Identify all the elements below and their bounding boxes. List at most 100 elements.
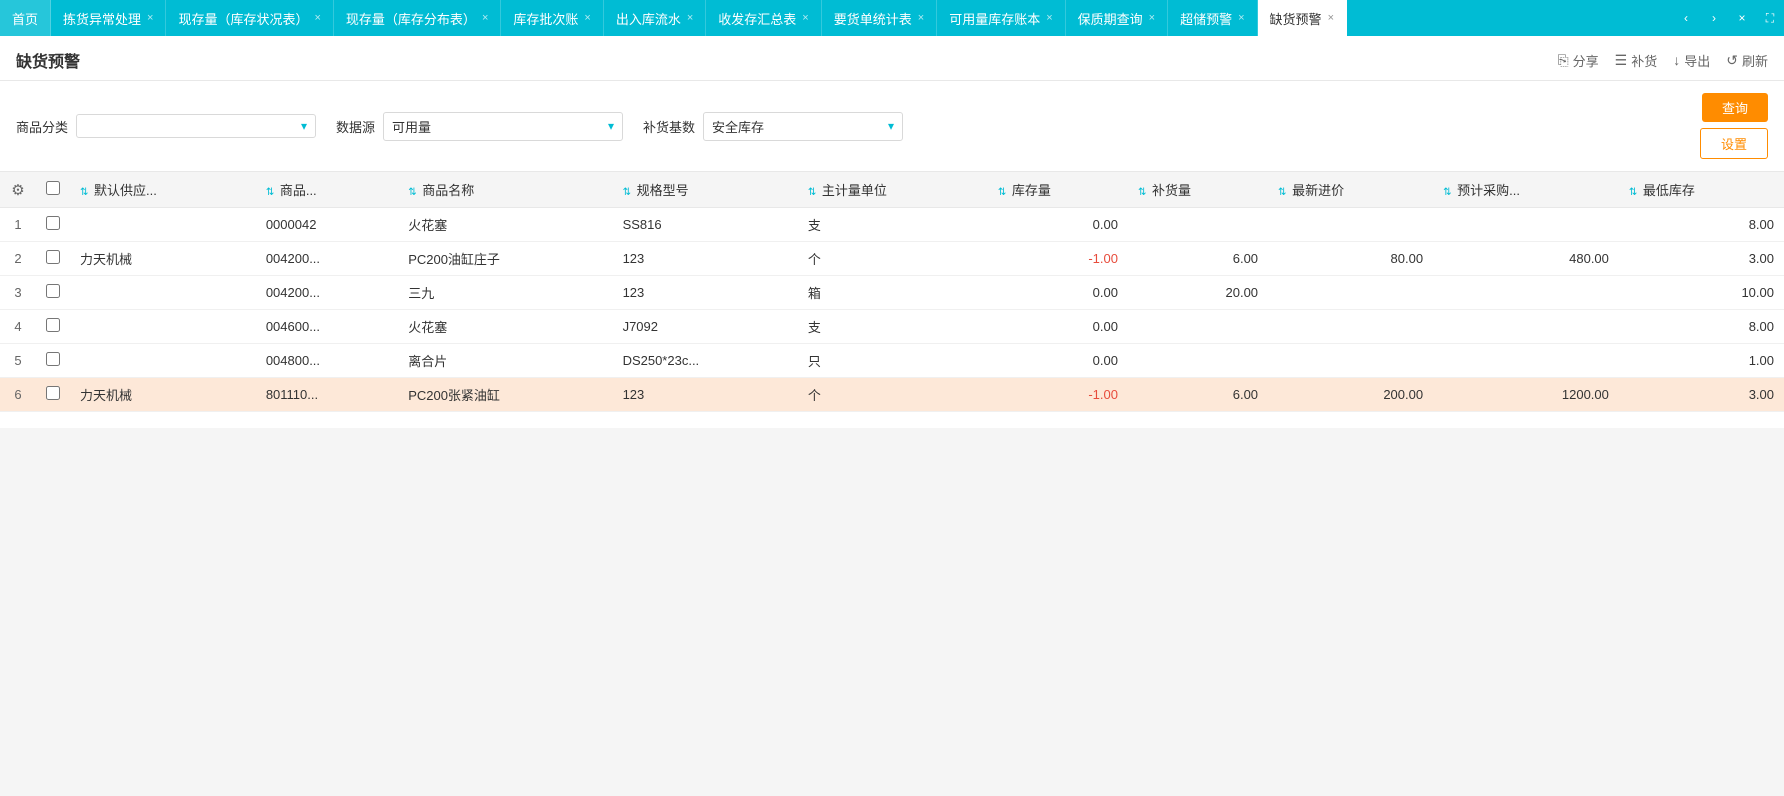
row-latest-price-3	[1268, 276, 1433, 310]
row-checkbox-4[interactable]	[36, 310, 70, 344]
nav-receive-send-summary[interactable]: 收发存汇总表 ×	[706, 0, 821, 36]
row-select-checkbox[interactable]	[46, 352, 60, 366]
nav-home[interactable]: 首页	[0, 0, 51, 36]
close-icon[interactable]: ×	[1328, 12, 1334, 24]
row-select-checkbox[interactable]	[46, 318, 60, 332]
close-icon[interactable]: ×	[1046, 12, 1052, 24]
sort-icon: ⇅	[808, 187, 816, 198]
row-stock-2: -1.00	[988, 242, 1128, 276]
refresh-button[interactable]: ↺ 刷新	[1726, 51, 1768, 70]
row-stock-6: -1.00	[988, 378, 1128, 412]
row-estimated-purchase-5	[1433, 344, 1619, 378]
nav-close-button[interactable]: ×	[1728, 0, 1756, 36]
page-title: 缺货预警	[16, 48, 80, 72]
row-unit-1: 支	[798, 208, 988, 242]
row-min-stock-3: 10.00	[1619, 276, 1784, 310]
row-min-stock-1: 8.00	[1619, 208, 1784, 242]
sort-icon: ⇅	[1629, 187, 1637, 198]
nav-inventory-batch[interactable]: 库存批次账 ×	[501, 0, 603, 36]
th-stock: ⇅ 库存量	[988, 172, 1128, 208]
nav-order-stat[interactable]: 要货单统计表 ×	[822, 0, 937, 36]
header-actions: ⎘ 分享 ☰ 补货 ↓ 导出 ↺ 刷新	[1557, 51, 1768, 70]
row-replenish-qty-2: 6.00	[1128, 242, 1268, 276]
nav-shortage-warning[interactable]: 缺货预警 ×	[1258, 0, 1347, 36]
replenish-base-select[interactable]: 安全库存 ▾	[703, 112, 903, 141]
row-latest-price-5	[1268, 344, 1433, 378]
row-estimated-purchase-4	[1433, 310, 1619, 344]
row-checkbox-1[interactable]	[36, 208, 70, 242]
nav-arrows: ‹ › × ⛶	[1672, 0, 1784, 36]
row-goods-code-1: 0000042	[256, 208, 398, 242]
filter-right-actions: 查询 设置	[1700, 93, 1768, 159]
replenish-icon: ☰	[1615, 52, 1628, 69]
nav-inout-flow[interactable]: 出入库流水 ×	[604, 0, 706, 36]
datasource-select[interactable]: 可用量 ▾	[383, 112, 623, 141]
close-icon[interactable]: ×	[802, 12, 808, 24]
close-icon[interactable]: ×	[482, 12, 488, 24]
close-icon[interactable]: ×	[584, 12, 590, 24]
page-header: 缺货预警 ⎘ 分享 ☰ 补货 ↓ 导出 ↺ 刷新	[0, 36, 1784, 81]
row-checkbox-5[interactable]	[36, 344, 70, 378]
close-icon[interactable]: ×	[687, 12, 693, 24]
row-select-checkbox[interactable]	[46, 386, 60, 400]
row-unit-5: 只	[798, 344, 988, 378]
row-number-2: 2	[0, 242, 36, 276]
nav-picking-exception[interactable]: 拣货异常处理 ×	[51, 0, 166, 36]
settings-button[interactable]: 设置	[1700, 128, 1768, 159]
th-settings: ⚙	[0, 172, 36, 208]
nav-overstock-warning[interactable]: 超储预警 ×	[1168, 0, 1257, 36]
sort-icon: ⇅	[1278, 187, 1286, 198]
row-goods-name-3: 三九	[398, 276, 612, 310]
row-checkbox-6[interactable]	[36, 378, 70, 412]
row-latest-price-6: 200.00	[1268, 378, 1433, 412]
close-icon[interactable]: ×	[1238, 12, 1244, 24]
row-select-checkbox[interactable]	[46, 216, 60, 230]
row-goods-code-6: 801110...	[256, 378, 398, 412]
row-select-checkbox[interactable]	[46, 284, 60, 298]
row-supplier-1	[70, 208, 256, 242]
export-button[interactable]: ↓ 导出	[1673, 51, 1710, 70]
nav-expand-button[interactable]: ⛶	[1756, 0, 1784, 36]
row-goods-name-6: PC200张紧油缸	[398, 378, 612, 412]
row-checkbox-3[interactable]	[36, 276, 70, 310]
row-estimated-purchase-3	[1433, 276, 1619, 310]
datasource-label: 数据源	[336, 117, 375, 136]
query-button[interactable]: 查询	[1702, 93, 1768, 122]
th-unit: ⇅ 主计量单位	[798, 172, 988, 208]
th-spec: ⇅ 规格型号	[613, 172, 798, 208]
close-icon[interactable]: ×	[147, 12, 153, 24]
nav-next-button[interactable]: ›	[1700, 0, 1728, 36]
th-replenish-qty: ⇅ 补货量	[1128, 172, 1268, 208]
sort-icon: ⇅	[1138, 187, 1146, 198]
gear-icon[interactable]: ⚙	[11, 182, 24, 199]
filter-replenish-base: 补货基数 安全库存 ▾	[643, 112, 903, 141]
th-latest-price: ⇅ 最新进价	[1268, 172, 1433, 208]
close-icon[interactable]: ×	[918, 12, 924, 24]
nav-prev-button[interactable]: ‹	[1672, 0, 1700, 36]
row-unit-3: 箱	[798, 276, 988, 310]
table-header-row: ⚙ ⇅ 默认供应... ⇅ 商品... ⇅ 商品名称	[0, 172, 1784, 208]
replenish-button[interactable]: ☰ 补货	[1615, 51, 1658, 70]
filter-area: 商品分类 ▾ 数据源 可用量 ▾ 补货基数 安全库存 ▾ 查询 设置	[0, 81, 1784, 171]
row-replenish-qty-5	[1128, 344, 1268, 378]
th-min-stock: ⇅ 最低库存	[1619, 172, 1784, 208]
nav-current-stock-status[interactable]: 现存量（库存状况表） ×	[166, 0, 333, 36]
row-select-checkbox[interactable]	[46, 250, 60, 264]
close-icon[interactable]: ×	[1149, 12, 1155, 24]
row-number-6: 6	[0, 378, 36, 412]
table-row: 2 力天机械 004200... PC200油缸庄子 123 个 -1.00 6…	[0, 242, 1784, 276]
row-checkbox-2[interactable]	[36, 242, 70, 276]
share-button[interactable]: ⎘ 分享	[1557, 51, 1598, 70]
close-icon[interactable]: ×	[314, 12, 320, 24]
select-all-checkbox[interactable]	[46, 181, 60, 195]
row-estimated-purchase-1	[1433, 208, 1619, 242]
row-stock-3: 0.00	[988, 276, 1128, 310]
nav-quality-period[interactable]: 保质期查询 ×	[1066, 0, 1168, 36]
row-min-stock-4: 8.00	[1619, 310, 1784, 344]
nav-current-stock-dist[interactable]: 现存量（库存分布表） ×	[334, 0, 501, 36]
sort-icon: ⇅	[266, 187, 274, 198]
nav-available-stock[interactable]: 可用量库存账本 ×	[937, 0, 1065, 36]
export-icon: ↓	[1673, 52, 1680, 68]
filter-datasource: 数据源 可用量 ▾	[336, 112, 623, 141]
category-select[interactable]: ▾	[76, 114, 316, 138]
